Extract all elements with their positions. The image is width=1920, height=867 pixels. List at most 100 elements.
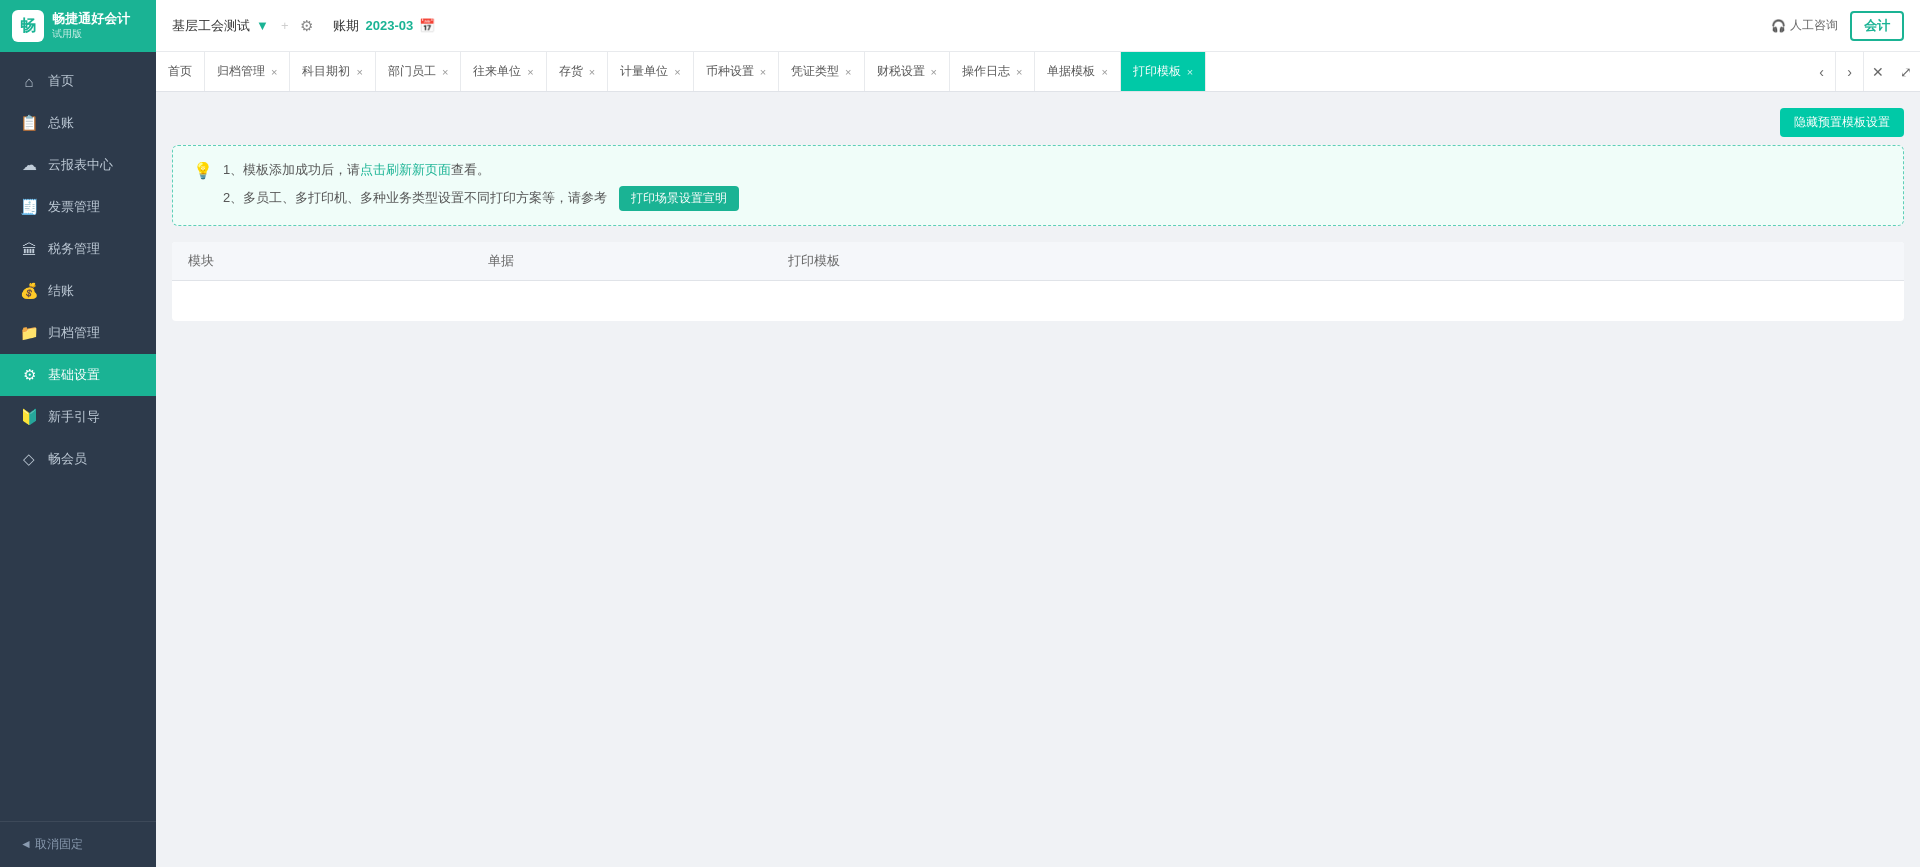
tab-label-receipt-template: 单据模板 bbox=[1047, 63, 1095, 80]
tab-label-tax-settings: 财税设置 bbox=[877, 63, 925, 80]
logo-title: 畅捷通好会计 bbox=[52, 11, 130, 27]
nav-label-ledger: 总账 bbox=[48, 114, 74, 132]
tab-measure[interactable]: 计量单位 × bbox=[608, 52, 693, 91]
main-area: 基层工会测试 ▼ + ⚙ 账期 2023-03 📅 🎧 人工咨询 会计 首页归档… bbox=[156, 0, 1920, 867]
tab-dept-employee[interactable]: 部门员工 × bbox=[376, 52, 461, 91]
tab-close-archive-mgmt[interactable]: × bbox=[271, 66, 277, 78]
nav-label-archive: 归档管理 bbox=[48, 324, 100, 342]
tab-close-currency[interactable]: × bbox=[760, 66, 766, 78]
tab-label-archive-mgmt: 归档管理 bbox=[217, 63, 265, 80]
topbar-period: 账期 2023-03 📅 bbox=[333, 17, 435, 35]
notice-line2-prefix: 2、多员工、多打印机、多种业务类型设置不同打印方案等，请参考 bbox=[223, 190, 607, 205]
kuaiji-button[interactable]: 会计 bbox=[1850, 11, 1904, 41]
tab-close-supplier[interactable]: × bbox=[527, 66, 533, 78]
sidebar-item-member[interactable]: ◇畅会员 bbox=[0, 438, 156, 480]
notice-box: 💡 1、模板添加成功后，请点击刷新新页面查看。 2、多员工、多打印机、多种业务类… bbox=[172, 145, 1904, 226]
service-button[interactable]: 🎧 人工咨询 bbox=[1771, 17, 1838, 34]
sidebar-item-settings[interactable]: ⚙基础设置 bbox=[0, 354, 156, 396]
nav-label-guide: 新手引导 bbox=[48, 408, 100, 426]
sidebar-item-archive[interactable]: 📁归档管理 bbox=[0, 312, 156, 354]
unpin-sidebar-button[interactable]: ◄ 取消固定 bbox=[0, 821, 156, 867]
nav-icon-settings: ⚙ bbox=[20, 366, 38, 384]
tab-next-button[interactable]: › bbox=[1836, 52, 1864, 91]
tab-label-currency: 币种设置 bbox=[706, 63, 754, 80]
tab-tax-settings[interactable]: 财税设置 × bbox=[865, 52, 950, 91]
period-label: 账期 bbox=[333, 17, 359, 35]
nav-icon-guide: 🔰 bbox=[20, 408, 38, 426]
tab-close-print-template[interactable]: × bbox=[1187, 66, 1193, 78]
col-print-template: 打印模板 bbox=[772, 242, 1904, 280]
tab-label-measure: 计量单位 bbox=[620, 63, 668, 80]
nav-label-tax: 税务管理 bbox=[48, 240, 100, 258]
tab-close-dept-employee[interactable]: × bbox=[442, 66, 448, 78]
tab-home[interactable]: 首页 bbox=[156, 52, 205, 91]
logo-subtitle: 试用版 bbox=[52, 27, 130, 41]
notice-row: 💡 1、模板添加成功后，请点击刷新新页面查看。 2、多员工、多打印机、多种业务类… bbox=[193, 160, 1883, 211]
tab-close-subject-period[interactable]: × bbox=[356, 66, 362, 78]
tab-close-measure[interactable]: × bbox=[674, 66, 680, 78]
sidebar-item-tax[interactable]: 🏛 税务管理 bbox=[0, 228, 156, 270]
tab-print-template[interactable]: 打印模板× bbox=[1121, 52, 1206, 91]
logo-text: 畅捷通好会计 试用版 bbox=[52, 11, 130, 41]
sidebar-nav: ⌂ 首页 📋 总账 ☁云报表中心 🧾 发票管理 🏛 税务管理 💰结账📁归档管理⚙基础设置 🔰 新手引导… bbox=[0, 52, 156, 821]
company-name[interactable]: 基层工会测试 ▼ bbox=[172, 17, 269, 35]
tab-label-home: 首页 bbox=[168, 63, 192, 80]
topbar-right: 🎧 人工咨询 会计 bbox=[1771, 11, 1904, 41]
tab-operation-log[interactable]: 操作日志× bbox=[950, 52, 1035, 91]
topbar-divider-1: + bbox=[281, 18, 289, 33]
tab-close-receipt-template[interactable]: × bbox=[1101, 66, 1107, 78]
nav-icon-ledger: 📋 bbox=[20, 114, 38, 132]
sidebar-item-invoice[interactable]: 🧾 发票管理 bbox=[0, 186, 156, 228]
tab-label-dept-employee: 部门员工 bbox=[388, 63, 436, 80]
tab-close-operation-log[interactable]: × bbox=[1016, 66, 1022, 78]
nav-icon-invoice: 🧾 bbox=[20, 198, 38, 216]
tab-archive-mgmt[interactable]: 归档管理 × bbox=[205, 52, 290, 91]
topbar: 基层工会测试 ▼ + ⚙ 账期 2023-03 📅 🎧 人工咨询 会计 bbox=[156, 0, 1920, 52]
bulb-icon: 💡 bbox=[193, 161, 213, 180]
tab-close-voucher-type[interactable]: × bbox=[845, 66, 851, 78]
tab-expand-button[interactable]: ⤢ bbox=[1892, 52, 1920, 91]
period-value: 2023-03 bbox=[365, 18, 413, 33]
sidebar-item-reports[interactable]: ☁云报表中心 bbox=[0, 144, 156, 186]
notice-line1-prefix: 1、模板添加成功后，请 bbox=[223, 162, 360, 177]
notice-line1-suffix: 查看。 bbox=[451, 162, 490, 177]
logo-icon: 畅 bbox=[12, 10, 44, 42]
main-content: 隐藏预置模板设置 💡 1、模板添加成功后，请点击刷新新页面查看。 2、多员工、多… bbox=[156, 92, 1920, 867]
nav-icon-home: ⌂ bbox=[20, 73, 38, 90]
nav-icon-tax: 🏛 bbox=[20, 241, 38, 258]
tab-inventory[interactable]: 存货 × bbox=[547, 52, 608, 91]
tab-receipt-template[interactable]: 单据模板 × bbox=[1035, 52, 1120, 91]
calendar-icon[interactable]: 📅 bbox=[419, 18, 435, 33]
print-scene-button[interactable]: 打印场景设置宣明 bbox=[619, 186, 739, 211]
nav-label-home: 首页 bbox=[48, 72, 74, 90]
headset-icon: 🎧 bbox=[1771, 19, 1786, 33]
sidebar-item-home[interactable]: ⌂ 首页 bbox=[0, 60, 156, 102]
tab-close-tax-settings[interactable]: × bbox=[931, 66, 937, 78]
tab-supplier[interactable]: 往来单位 × bbox=[461, 52, 546, 91]
sidebar-logo: 畅 畅捷通好会计 试用版 bbox=[0, 0, 156, 52]
nav-icon-reports: ☁ bbox=[20, 156, 38, 174]
notice-lines: 1、模板添加成功后，请点击刷新新页面查看。 2、多员工、多打印机、多种业务类型设… bbox=[223, 160, 739, 211]
tab-close-inventory[interactable]: × bbox=[589, 66, 595, 78]
tab-label-inventory: 存货 bbox=[559, 63, 583, 80]
tab-subject-period[interactable]: 科目期初× bbox=[290, 52, 375, 91]
tab-voucher-type[interactable]: 凭证类型× bbox=[779, 52, 864, 91]
tab-currency[interactable]: 币种设置 × bbox=[694, 52, 779, 91]
sidebar-item-settle[interactable]: 💰结账 bbox=[0, 270, 156, 312]
hide-preview-button[interactable]: 隐藏预置模板设置 bbox=[1780, 108, 1904, 137]
action-top-bar: 隐藏预置模板设置 bbox=[172, 108, 1904, 137]
company-dropdown-icon[interactable]: ▼ bbox=[256, 18, 269, 33]
sidebar-item-guide[interactable]: 🔰 新手引导 bbox=[0, 396, 156, 438]
tabbar: 首页归档管理×科目期初×部门员工×往来单位×存货×计量单位×币种设置×凭证类型×… bbox=[156, 52, 1920, 92]
refresh-link[interactable]: 点击刷新新页面 bbox=[360, 162, 451, 177]
col-module: 模块 bbox=[172, 242, 472, 280]
col-receipt: 单据 bbox=[472, 242, 772, 280]
topbar-settings-icon[interactable]: ⚙ bbox=[300, 17, 313, 35]
table-header-row: 模块 单据 打印模板 bbox=[172, 242, 1904, 281]
print-template-table: 模块 单据 打印模板 bbox=[172, 242, 1904, 321]
tab-close-all-button[interactable]: ✕ bbox=[1864, 52, 1892, 91]
nav-label-invoice: 发票管理 bbox=[48, 198, 100, 216]
sidebar-item-ledger[interactable]: 📋 总账 bbox=[0, 102, 156, 144]
tab-label-supplier: 往来单位 bbox=[473, 63, 521, 80]
tab-prev-button[interactable]: ‹ bbox=[1808, 52, 1836, 91]
